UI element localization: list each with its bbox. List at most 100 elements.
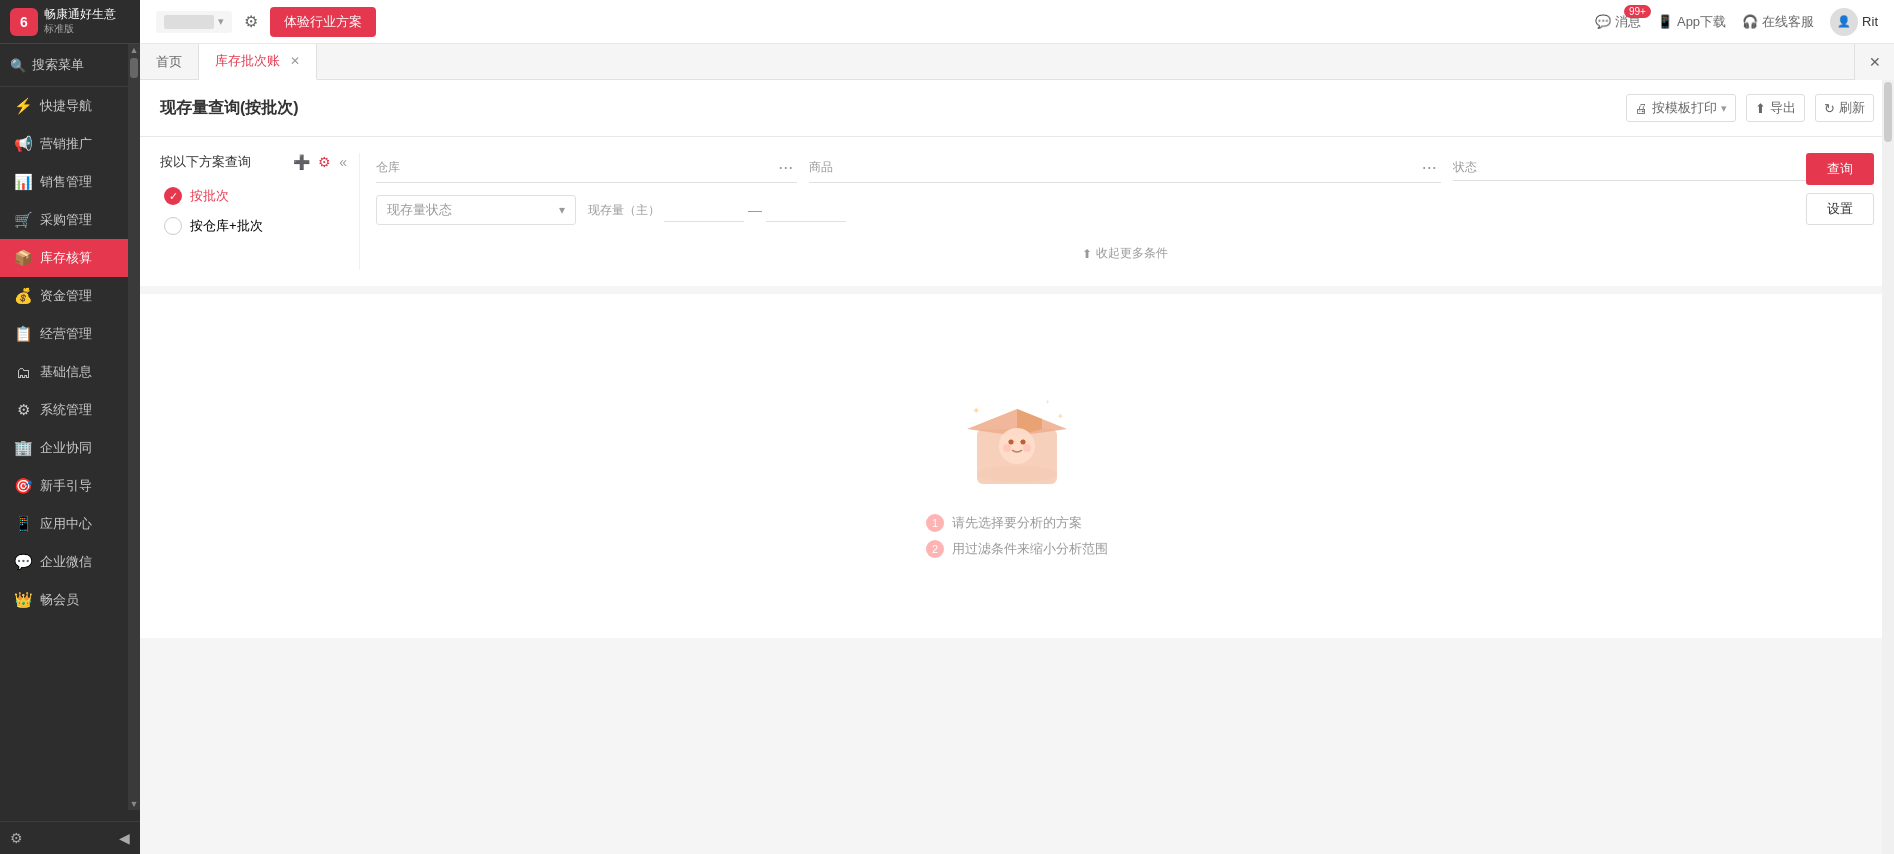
message-button[interactable]: 💬 消息 99+ — [1595, 13, 1641, 31]
sidebar-item-apps[interactable]: 📱 应用中心 — [0, 505, 140, 543]
template-print-label: 按模板打印 — [1652, 99, 1717, 117]
product-more-btn[interactable]: ··· — [1418, 157, 1441, 178]
sales-icon: 📊 — [14, 173, 32, 191]
product-field: 商品 ··· — [809, 153, 1441, 183]
product-input-wrapper: 商品 ··· — [809, 153, 1441, 183]
app-download-button[interactable]: 📱 App下载 — [1657, 13, 1726, 31]
filter-option-batch-label: 按批次 — [190, 187, 229, 205]
tab-inventory-batch[interactable]: 库存批次账 ✕ — [199, 44, 317, 80]
topbar-gear-icon[interactable]: ⚙ — [244, 12, 258, 31]
sidebar-item-sales[interactable]: 📊 销售管理 — [0, 163, 140, 201]
headset-icon: 🎧 — [1742, 14, 1758, 29]
topbar: ▾ ⚙ 体验行业方案 💬 消息 99+ 📱 App下载 🎧 在线客服 👤 Rit — [140, 0, 1894, 44]
filter-settings-icon[interactable]: ⚙ — [318, 154, 331, 170]
tab-close-icon[interactable]: ✕ — [290, 54, 300, 68]
app-version: 标准版 — [44, 22, 116, 36]
online-service-button[interactable]: 🎧 在线客服 — [1742, 13, 1814, 31]
export-icon: ⬆ — [1755, 101, 1766, 116]
filter-option-warehouse-batch-label: 按仓库+批次 — [190, 217, 263, 235]
sidebar-item-member[interactable]: 👑 畅会员 — [0, 581, 140, 619]
tab-home[interactable]: 首页 — [140, 44, 199, 80]
search-menu-button[interactable]: 🔍 搜索菜单 — [10, 52, 130, 78]
product-input[interactable] — [841, 160, 1414, 175]
operation-icon: 📋 — [14, 325, 32, 343]
print-dropdown-icon[interactable]: ▾ — [1721, 102, 1727, 115]
empty-illustration: ✦ ✦ ✦ — [957, 374, 1077, 494]
purchase-icon: 🛒 — [14, 211, 32, 229]
sidebar-item-guide[interactable]: 🎯 新手引导 — [0, 467, 140, 505]
sidebar-item-label: 企业微信 — [40, 553, 92, 571]
empty-tip-1: 1 请先选择要分析的方案 — [926, 514, 1108, 532]
filter-action-row: ⬆ 收起更多条件 — [376, 237, 1874, 270]
breadcrumb-arrow-icon: ▾ — [218, 15, 224, 28]
app-logo: 6 — [10, 8, 38, 36]
sidebar-item-marketing[interactable]: 📢 营销推广 — [0, 125, 140, 163]
collapse-sidebar-icon[interactable]: ◀ — [119, 830, 130, 846]
filter-sidebar-actions: ➕ ⚙ « — [293, 154, 347, 170]
quick-nav-icon: ⚡ — [14, 97, 32, 115]
tab-inventory-batch-label: 库存批次账 — [215, 52, 280, 70]
sidebar-item-purchase[interactable]: 🛒 采购管理 — [0, 201, 140, 239]
sidebar-item-label: 应用中心 — [40, 515, 92, 533]
sidebar: 6 畅康通好生意 标准版 🔍 搜索菜单 ⚡ 快捷导航 📢 营销推广 📊 销售管理… — [0, 0, 140, 854]
sidebar-item-system[interactable]: ⚙ 系统管理 — [0, 391, 140, 429]
right-scroll-thumb — [1884, 82, 1892, 142]
sidebar-item-label: 资金管理 — [40, 287, 92, 305]
page-header: 现存量查询(按批次) 🖨 按模板打印 ▾ ⬆ 导出 ↻ 刷新 — [140, 80, 1894, 137]
user-menu[interactable]: 👤 Rit — [1830, 8, 1878, 36]
tabbar: 首页 库存批次账 ✕ ✕ — [140, 44, 1894, 80]
sidebar-item-quick-nav[interactable]: ⚡ 快捷导航 — [0, 87, 140, 125]
breadcrumb[interactable]: ▾ — [156, 11, 232, 33]
stock-main-max-input[interactable] — [766, 198, 846, 222]
stock-status-select[interactable]: 现存量状态 ▾ — [376, 195, 576, 225]
filter-collapse-icon[interactable]: « — [339, 154, 347, 170]
experience-btn[interactable]: 体验行业方案 — [270, 7, 376, 37]
online-service-label: 在线客服 — [1762, 13, 1814, 31]
svg-text:✦: ✦ — [972, 405, 980, 416]
warehouse-more-btn[interactable]: ··· — [774, 157, 797, 178]
warehouse-field: 仓库 ··· — [376, 153, 797, 183]
message-icon: 💬 — [1595, 14, 1611, 29]
sidebar-item-finance[interactable]: 💰 资金管理 — [0, 277, 140, 315]
guide-icon: 🎯 — [14, 477, 32, 495]
refresh-button[interactable]: ↻ 刷新 — [1815, 94, 1874, 122]
filter-option-by-warehouse-batch[interactable]: 按仓库+批次 — [160, 211, 347, 241]
template-print-button[interactable]: 🖨 按模板打印 ▾ — [1626, 94, 1736, 122]
sidebar-item-inventory[interactable]: 📦 库存核算 — [0, 239, 140, 277]
sidebar-search[interactable]: 🔍 搜索菜单 — [0, 44, 140, 87]
sidebar-item-basic[interactable]: 🗂 基础信息 — [0, 353, 140, 391]
tab-panel-close-button[interactable]: ✕ — [1854, 44, 1894, 80]
filter-row-1: 仓库 ··· 商品 ··· — [376, 153, 1874, 183]
enterprise-icon: 🏢 — [14, 439, 32, 457]
warehouse-input[interactable] — [408, 160, 770, 175]
settings-button[interactable]: 设置 — [1806, 193, 1874, 225]
tab-home-label: 首页 — [156, 53, 182, 71]
right-scrollbar[interactable] — [1882, 80, 1894, 854]
sidebar-item-operation[interactable]: 📋 经营管理 — [0, 315, 140, 353]
sidebar-item-label: 新手引导 — [40, 477, 92, 495]
filter-sidebar: 按以下方案查询 ➕ ⚙ « ✓ 按批次 按仓库+批次 — [160, 153, 360, 270]
inventory-icon: 📦 — [14, 249, 32, 267]
app-name: 畅康通好生意 — [44, 7, 116, 23]
filter-option-by-batch[interactable]: ✓ 按批次 — [160, 181, 347, 211]
scroll-down-arrow[interactable]: ▼ — [128, 798, 140, 810]
query-button[interactable]: 查询 — [1806, 153, 1874, 185]
sidebar-item-enterprise[interactable]: 🏢 企业协同 — [0, 429, 140, 467]
settings-icon[interactable]: ⚙ — [10, 830, 23, 846]
sidebar-item-label: 快捷导航 — [40, 97, 92, 115]
sidebar-item-wechat[interactable]: 💬 企业微信 — [0, 543, 140, 581]
filter-add-icon[interactable]: ➕ — [293, 154, 310, 170]
stock-main-min-input[interactable] — [664, 198, 744, 222]
product-label: 商品 — [809, 159, 837, 176]
sidebar-item-label: 企业协同 — [40, 439, 92, 457]
export-label: 导出 — [1770, 99, 1796, 117]
sidebar-header: 6 畅康通好生意 标准版 — [0, 0, 140, 44]
wechat-icon: 💬 — [14, 553, 32, 571]
sidebar-scrollbar[interactable]: ▲ ▼ — [128, 44, 140, 810]
svg-text:✦: ✦ — [1057, 412, 1064, 421]
scroll-up-arrow[interactable]: ▲ — [128, 44, 140, 56]
search-icon: 🔍 — [10, 58, 26, 73]
export-button[interactable]: ⬆ 导出 — [1746, 94, 1805, 122]
sidebar-item-label: 库存核算 — [40, 249, 92, 267]
collapse-more-btn[interactable]: ⬆ 收起更多条件 — [1082, 245, 1168, 262]
